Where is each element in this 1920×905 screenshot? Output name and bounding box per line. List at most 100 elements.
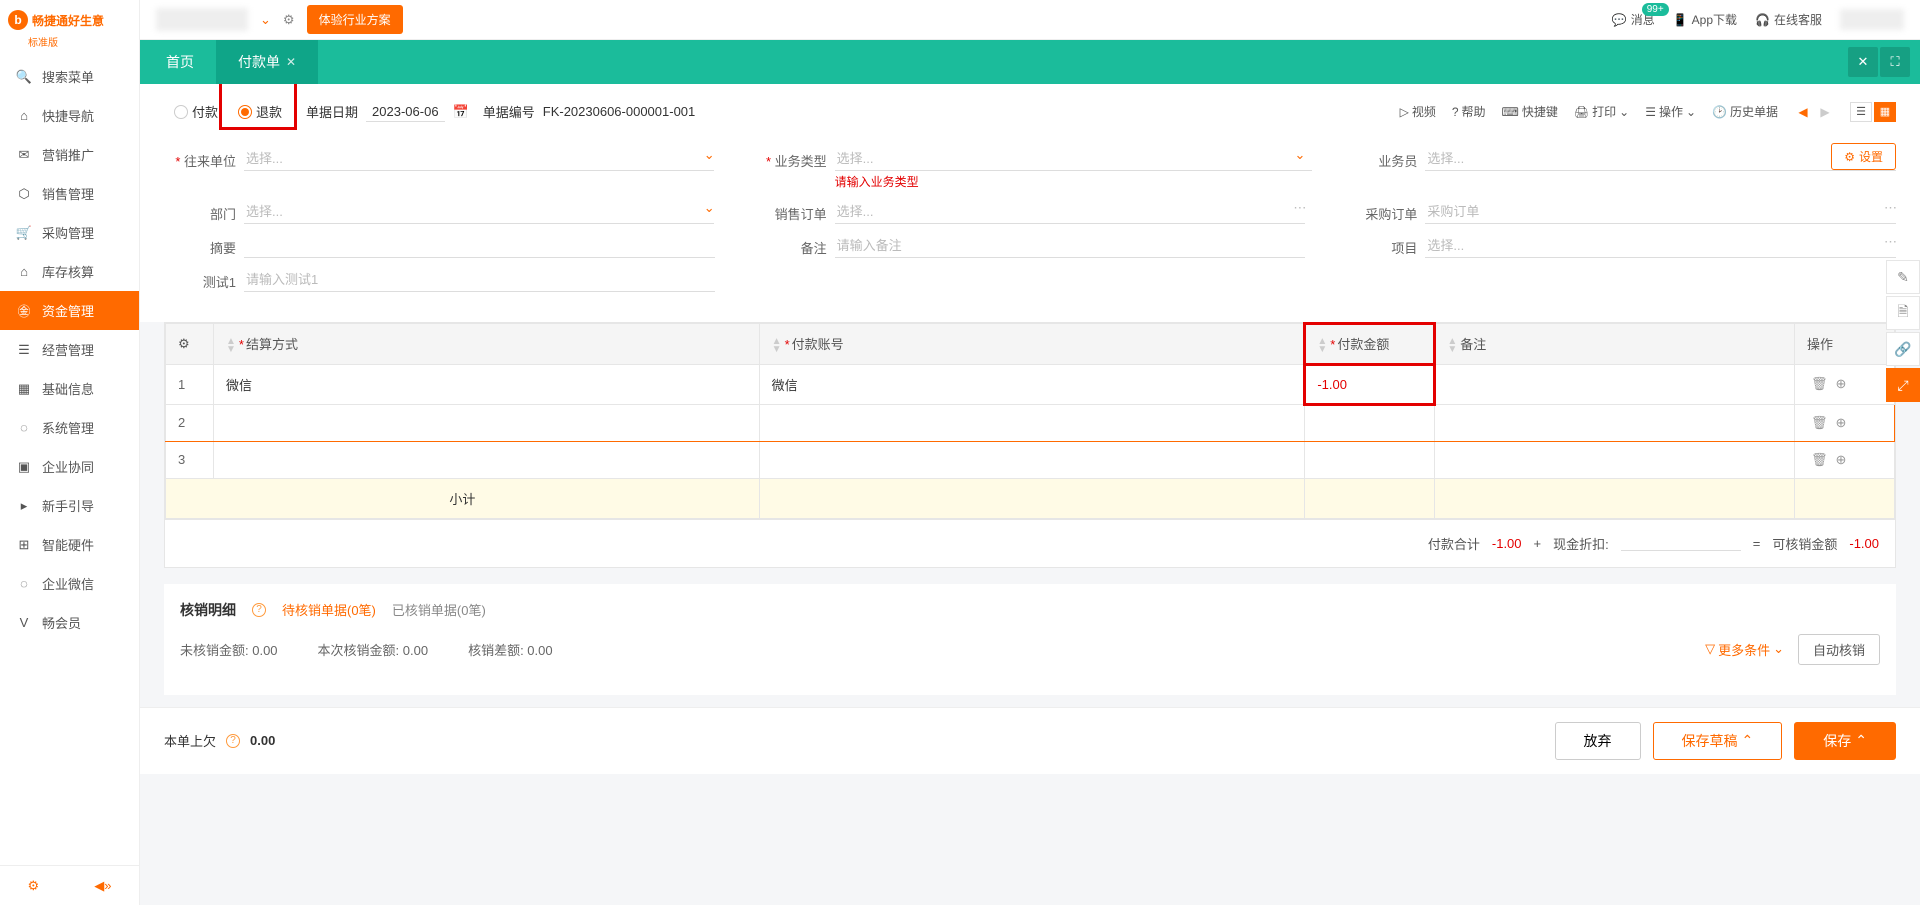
partner-select[interactable] bbox=[244, 147, 714, 171]
cell-account[interactable] bbox=[759, 404, 1305, 441]
cell-method[interactable] bbox=[214, 404, 760, 441]
col-method[interactable]: ▲▼结算方式 bbox=[214, 324, 760, 365]
sidebar-item-11[interactable]: ▸新手引导 bbox=[0, 486, 139, 525]
sidebar-item-1[interactable]: ⌂快捷导航 bbox=[0, 96, 139, 135]
delete-icon[interactable]: 🗑 bbox=[1811, 376, 1828, 391]
remark-input[interactable] bbox=[835, 234, 1306, 258]
trial-button[interactable]: 体验行业方案 bbox=[307, 5, 403, 34]
more-icon[interactable]: ⋯ bbox=[1884, 234, 1896, 250]
sidebar-item-12[interactable]: ⊞智能硬件 bbox=[0, 525, 139, 564]
cell-method[interactable]: 微信 bbox=[214, 364, 760, 404]
chevron-down-icon[interactable]: ⌄ bbox=[1294, 147, 1305, 171]
info-icon[interactable]: ? bbox=[226, 734, 240, 748]
view-list-icon[interactable]: ☰ bbox=[1850, 102, 1872, 122]
delete-icon[interactable]: 🗑 bbox=[1811, 452, 1828, 467]
fullscreen-icon[interactable]: ⛶ bbox=[1880, 47, 1910, 77]
settings-button[interactable]: ⚙设置 bbox=[1831, 143, 1896, 170]
cell-account[interactable]: 微信 bbox=[759, 364, 1305, 404]
add-row-icon[interactable]: ⊕ bbox=[1836, 415, 1847, 430]
operate-link[interactable]: ☰操作⌄ bbox=[1645, 103, 1696, 120]
cell-remark[interactable] bbox=[1435, 364, 1795, 404]
sidebar-item-4[interactable]: 🛒采购管理 bbox=[0, 213, 139, 252]
add-row-icon[interactable]: ⊕ bbox=[1836, 376, 1847, 391]
col-account[interactable]: ▲▼付款账号 bbox=[759, 324, 1305, 365]
rail-doc-icon[interactable]: 🗎 bbox=[1886, 296, 1920, 330]
add-row-icon[interactable]: ⊕ bbox=[1836, 452, 1847, 467]
rail-attach-icon[interactable]: 🔗 bbox=[1886, 332, 1920, 366]
info-icon[interactable]: ? bbox=[252, 603, 266, 617]
org-dropdown-icon[interactable]: ⌄ bbox=[260, 12, 271, 28]
project-select[interactable] bbox=[1425, 234, 1896, 258]
next-doc-icon[interactable]: ▶ bbox=[1816, 103, 1834, 121]
video-link[interactable]: ▷视频 bbox=[1400, 103, 1436, 120]
print-link[interactable]: 🖨打印⌄ bbox=[1574, 103, 1629, 120]
col-remark[interactable]: ▲▼备注 bbox=[1435, 324, 1795, 365]
radio-refund[interactable]: 退款 bbox=[228, 96, 292, 127]
collapse-icon[interactable]: ◀» bbox=[94, 878, 111, 894]
cell-remark[interactable] bbox=[1435, 404, 1795, 441]
table-row[interactable]: 2 🗑⊕ bbox=[166, 404, 1895, 441]
rail-note-icon[interactable]: ✎ bbox=[1886, 260, 1920, 294]
calendar-icon[interactable]: 📅 bbox=[453, 104, 469, 120]
col-amount[interactable]: ▲▼付款金额 bbox=[1305, 324, 1435, 365]
purchaseorder-select[interactable] bbox=[1425, 200, 1896, 224]
radio-pay[interactable]: 付款 bbox=[164, 96, 228, 127]
sidebar-item-10[interactable]: ▣企业协同 bbox=[0, 447, 139, 486]
gear-icon[interactable]: ⚙ bbox=[283, 12, 295, 28]
chevron-down-icon[interactable]: ⌄ bbox=[704, 200, 715, 216]
cashdisc-input[interactable] bbox=[1621, 535, 1741, 551]
settings-gear-icon[interactable]: ⚙ bbox=[28, 878, 40, 894]
done-tab[interactable]: 已核销单据(0笔) bbox=[392, 600, 486, 619]
save-draft-button[interactable]: 保存草稿⌃ bbox=[1653, 722, 1783, 760]
dept-select[interactable] bbox=[244, 200, 714, 224]
view-card-icon[interactable]: ▦ bbox=[1874, 102, 1896, 122]
sidebar-item-8[interactable]: ▦基础信息 bbox=[0, 369, 139, 408]
cell-remark[interactable] bbox=[1435, 441, 1795, 478]
auto-verify-button[interactable]: 自动核销 bbox=[1798, 634, 1880, 665]
sidebar-item-2[interactable]: ✉营销推广 bbox=[0, 135, 139, 174]
salesorder-select[interactable] bbox=[835, 200, 1306, 224]
sidebar-item-13[interactable]: ◌企业微信 bbox=[0, 564, 139, 603]
table-row[interactable]: 1 微信 微信 -1.00 🗑⊕ bbox=[166, 364, 1895, 404]
app-download-link[interactable]: 📱 App下载 bbox=[1673, 11, 1737, 28]
sidebar-item-0[interactable]: 🔍搜索菜单 bbox=[0, 57, 139, 96]
help-link[interactable]: ?帮助 bbox=[1452, 103, 1486, 120]
cell-amount[interactable] bbox=[1305, 441, 1435, 478]
date-value[interactable]: 2023-06-06 bbox=[366, 102, 445, 122]
tab-close-icon[interactable]: ✕ bbox=[286, 55, 296, 69]
summary-input[interactable] bbox=[244, 234, 715, 258]
sidebar-item-5[interactable]: ⌂库存核算 bbox=[0, 252, 139, 291]
online-service-link[interactable]: 🎧 在线客服 bbox=[1755, 11, 1822, 28]
save-button[interactable]: 保存⌃ bbox=[1794, 722, 1896, 760]
tab-home[interactable]: 首页 bbox=[144, 40, 216, 84]
biztype-select[interactable] bbox=[835, 147, 1313, 171]
staff-select[interactable] bbox=[1425, 147, 1896, 171]
sidebar-item-6[interactable]: ㊎资金管理 bbox=[0, 291, 139, 330]
sidebar-item-9[interactable]: ◌系统管理 bbox=[0, 408, 139, 447]
table-row[interactable]: 3 🗑⊕ bbox=[166, 441, 1895, 478]
history-link[interactable]: 🕑历史单据 bbox=[1712, 103, 1778, 120]
messages-link[interactable]: 💬 消息 99+ bbox=[1612, 11, 1655, 28]
gear-column[interactable]: ⚙ bbox=[166, 324, 214, 365]
shortcut-link[interactable]: ⌨快捷键 bbox=[1502, 103, 1558, 120]
more-icon[interactable]: ⋯ bbox=[1884, 200, 1896, 216]
rail-expand-icon[interactable]: ⤢ bbox=[1886, 368, 1920, 402]
cell-method[interactable] bbox=[214, 441, 760, 478]
cell-account[interactable] bbox=[759, 441, 1305, 478]
user-avatar-blurred[interactable] bbox=[1840, 9, 1904, 30]
pending-tab[interactable]: 待核销单据(0笔) bbox=[282, 600, 376, 619]
more-icon[interactable]: ⋯ bbox=[1293, 200, 1305, 216]
sidebar-item-7[interactable]: ☰经营管理 bbox=[0, 330, 139, 369]
chevron-down-icon[interactable]: ⌄ bbox=[704, 147, 715, 163]
more-filters-link[interactable]: ▽更多条件⌄ bbox=[1705, 640, 1784, 659]
discard-button[interactable]: 放弃 bbox=[1555, 722, 1641, 760]
tab-payment[interactable]: 付款单 ✕ bbox=[216, 40, 318, 84]
delete-icon[interactable]: 🗑 bbox=[1811, 415, 1828, 430]
prev-doc-icon[interactable]: ◀ bbox=[1794, 103, 1812, 121]
cell-amount[interactable] bbox=[1305, 404, 1435, 441]
tab-close-all-icon[interactable]: ✕ bbox=[1848, 47, 1878, 77]
test1-input[interactable] bbox=[244, 268, 715, 292]
cell-amount[interactable]: -1.00 bbox=[1305, 364, 1435, 404]
sidebar-item-14[interactable]: V畅会员 bbox=[0, 603, 139, 642]
sidebar-item-3[interactable]: ⬡销售管理 bbox=[0, 174, 139, 213]
